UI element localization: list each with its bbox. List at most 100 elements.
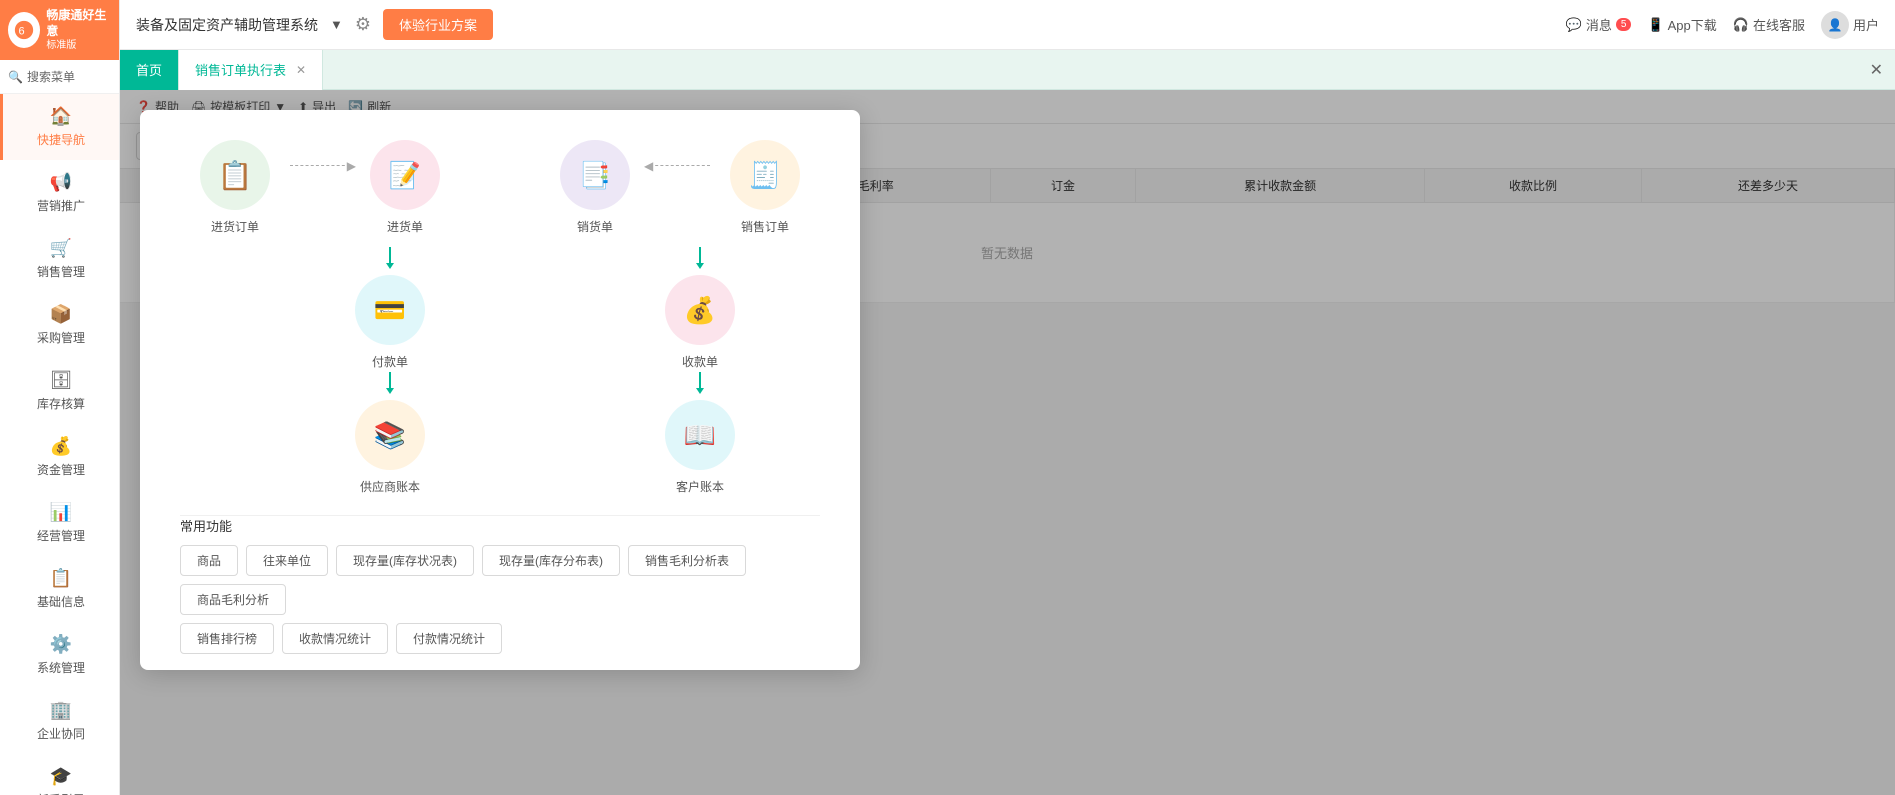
flow-section: 📋 进货订单 ▶ [140,110,860,515]
message-icon: 💬 [1566,17,1582,33]
service-icon: 🎧 [1733,17,1749,33]
app-icon: 📱 [1647,17,1663,33]
service-item[interactable]: 🎧 在线客服 [1733,15,1805,34]
app-label: App下载 [1668,15,1717,34]
receipt-label: 收款单 [682,353,718,370]
purchase-bill-circle: 📝 [370,140,440,210]
main-content: 装备及固定资产辅助管理系统 ▼ ⚙ 体验行业方案 💬 消息 5 📱 App下载 … [120,0,1895,795]
purchase-order-icon: 📋 [218,159,253,192]
flow-sales-bill[interactable]: 📑 销货单 [540,140,650,235]
dropdown-icon: ▼ [330,17,343,32]
tab-sales-exec[interactable]: 销售订单执行表 ✕ [179,50,323,90]
tab-sales-exec-label: 销售订单执行表 [195,60,286,79]
sales-bill-label: 销货单 [577,218,613,235]
sidebar-item-enterprise[interactable]: 🏢 企业协同 [0,688,119,754]
purchase-bill-label: 进货单 [387,218,423,235]
sidebar-item-label: 营销推广 [37,197,85,214]
tab-home[interactable]: 首页 [120,50,179,90]
func-btn-1[interactable]: 往来单位 [246,545,328,576]
sidebar-item-finance[interactable]: 💰 资金管理 [0,424,119,490]
common-functions: 常用功能 商品 往来单位 现存量(库存状况表) 现存量(库存分布表) 销售毛利分… [140,516,860,670]
flow-sales-order[interactable]: 🧾 销售订单 [710,140,820,235]
user-label: 用户 [1853,15,1879,34]
sidebar-item-sales[interactable]: 🛒 销售管理 [0,226,119,292]
sales-bill-icon: 📑 [579,160,611,191]
flow-purchase-bill[interactable]: 📝 进货单 [350,140,460,235]
func-btn-3[interactable]: 现存量(库存分布表) [482,545,620,576]
logo-text: 畅康通好生意 [46,8,111,39]
flow-payment[interactable]: 💳 付款单 [335,275,445,370]
sidebar-item-newbie[interactable]: 🎓 新手引导 [0,754,119,795]
logo-icon: 6 [8,12,40,48]
quick-nav-modal: 📋 进货订单 ▶ [140,110,860,670]
sidebar-item-label: 销售管理 [37,263,85,280]
flow-customer-ledger[interactable]: 📖 客户账本 [645,400,755,495]
tab-bar-close[interactable]: ✕ [1858,60,1895,80]
topbar: 装备及固定资产辅助管理系统 ▼ ⚙ 体验行业方案 💬 消息 5 📱 App下载 … [120,0,1895,50]
sidebar-item-system[interactable]: ⚙️ 系统管理 [0,622,119,688]
newbie-icon: 🎓 [50,766,72,787]
func-btn-6[interactable]: 销售排行榜 [180,623,274,654]
marketing-icon: 📢 [50,172,72,193]
sidebar-item-operations[interactable]: 📊 经营管理 [0,490,119,556]
receipt-circle: 💰 [665,275,735,345]
message-item[interactable]: 💬 消息 5 [1566,15,1632,34]
tab-home-label: 首页 [136,60,162,79]
common-title: 常用功能 [180,516,820,535]
sidebar-item-basic[interactable]: 📋 基础信息 [0,556,119,622]
sidebar-item-label: 企业协同 [37,725,85,742]
tab-close-icon[interactable]: ✕ [296,63,306,77]
supplier-ledger-circle: 📚 [355,400,425,470]
sidebar-item-label: 库存核算 [37,395,85,412]
func-btn-2[interactable]: 现存量(库存状况表) [336,545,474,576]
sidebar-item-label: 采购管理 [37,329,85,346]
customer-ledger-icon: 📖 [684,420,716,451]
sidebar-item-label: 快捷导航 [37,131,85,148]
sales-icon: 🛒 [50,238,72,259]
receipt-icon: 💰 [684,295,716,326]
sidebar-item-purchase[interactable]: 📦 采购管理 [0,292,119,358]
app-download-item[interactable]: 📱 App下载 [1647,15,1716,34]
modal-overlay[interactable]: 📋 进货订单 ▶ [120,90,1895,795]
user-item[interactable]: 👤 用户 [1821,11,1879,39]
supplier-ledger-icon: 📚 [374,420,406,451]
system-dropdown[interactable]: ▼ [330,17,343,32]
sales-order-icon: 🧾 [749,160,781,191]
purchase-order-circle: 📋 [200,140,270,210]
sidebar-item-quick[interactable]: 🏠 快捷导航 [0,94,119,160]
payment-circle: 💳 [355,275,425,345]
basic-icon: 📋 [50,568,72,589]
supplier-ledger-label: 供应商账本 [360,478,420,495]
func-btn-7[interactable]: 收款情况统计 [282,623,388,654]
flow-supplier-ledger[interactable]: 📚 供应商账本 [335,400,445,495]
func-btn-8[interactable]: 付款情况统计 [396,623,502,654]
flow-purchase-order[interactable]: 📋 进货订单 [180,140,290,235]
search-label: 搜索菜单 [27,68,75,85]
func-btn-0[interactable]: 商品 [180,545,238,576]
func-buttons-2: 销售排行榜 收款情况统计 付款情况统计 [180,623,820,654]
search-menu[interactable]: 🔍 搜索菜单 [0,60,119,94]
service-label: 在线客服 [1753,15,1805,34]
sidebar-item-label: 新手引导 [37,791,85,795]
sidebar-item-label: 资金管理 [37,461,85,478]
sidebar-nav: 🏠 快捷导航 📢 营销推广 🛒 销售管理 📦 采购管理 🗄 库存核算 💰 [0,94,119,795]
purchase-icon: 📦 [50,304,72,325]
settings-icon[interactable]: ⚙ [355,14,371,35]
payment-label: 付款单 [372,353,408,370]
tabbar: 首页 销售订单执行表 ✕ ✕ [120,50,1895,90]
func-btn-4[interactable]: 销售毛利分析表 [628,545,746,576]
sidebar-item-marketing[interactable]: 📢 营销推广 [0,160,119,226]
payment-icon: 💳 [374,295,406,326]
experience-btn[interactable]: 体验行业方案 [383,9,493,40]
sales-order-circle: 🧾 [730,140,800,210]
quick-icon: 🏠 [50,106,72,127]
flow-receipt[interactable]: 💰 收款单 [645,275,755,370]
func-buttons: 商品 往来单位 现存量(库存状况表) 现存量(库存分布表) 销售毛利分析表 商品… [180,545,820,615]
func-btn-5[interactable]: 商品毛利分析 [180,584,286,615]
search-icon: 🔍 [8,70,23,84]
svg-text:6: 6 [19,26,25,38]
sidebar-item-inventory[interactable]: 🗄 库存核算 [0,358,119,424]
message-label: 消息 [1586,15,1612,34]
content-area: ❓ 帮助 🖨 按模板打印 ▼ ⬆ 导出 🔄 刷新 [120,90,1895,795]
topbar-right: 💬 消息 5 📱 App下载 🎧 在线客服 👤 用户 [1566,11,1879,39]
